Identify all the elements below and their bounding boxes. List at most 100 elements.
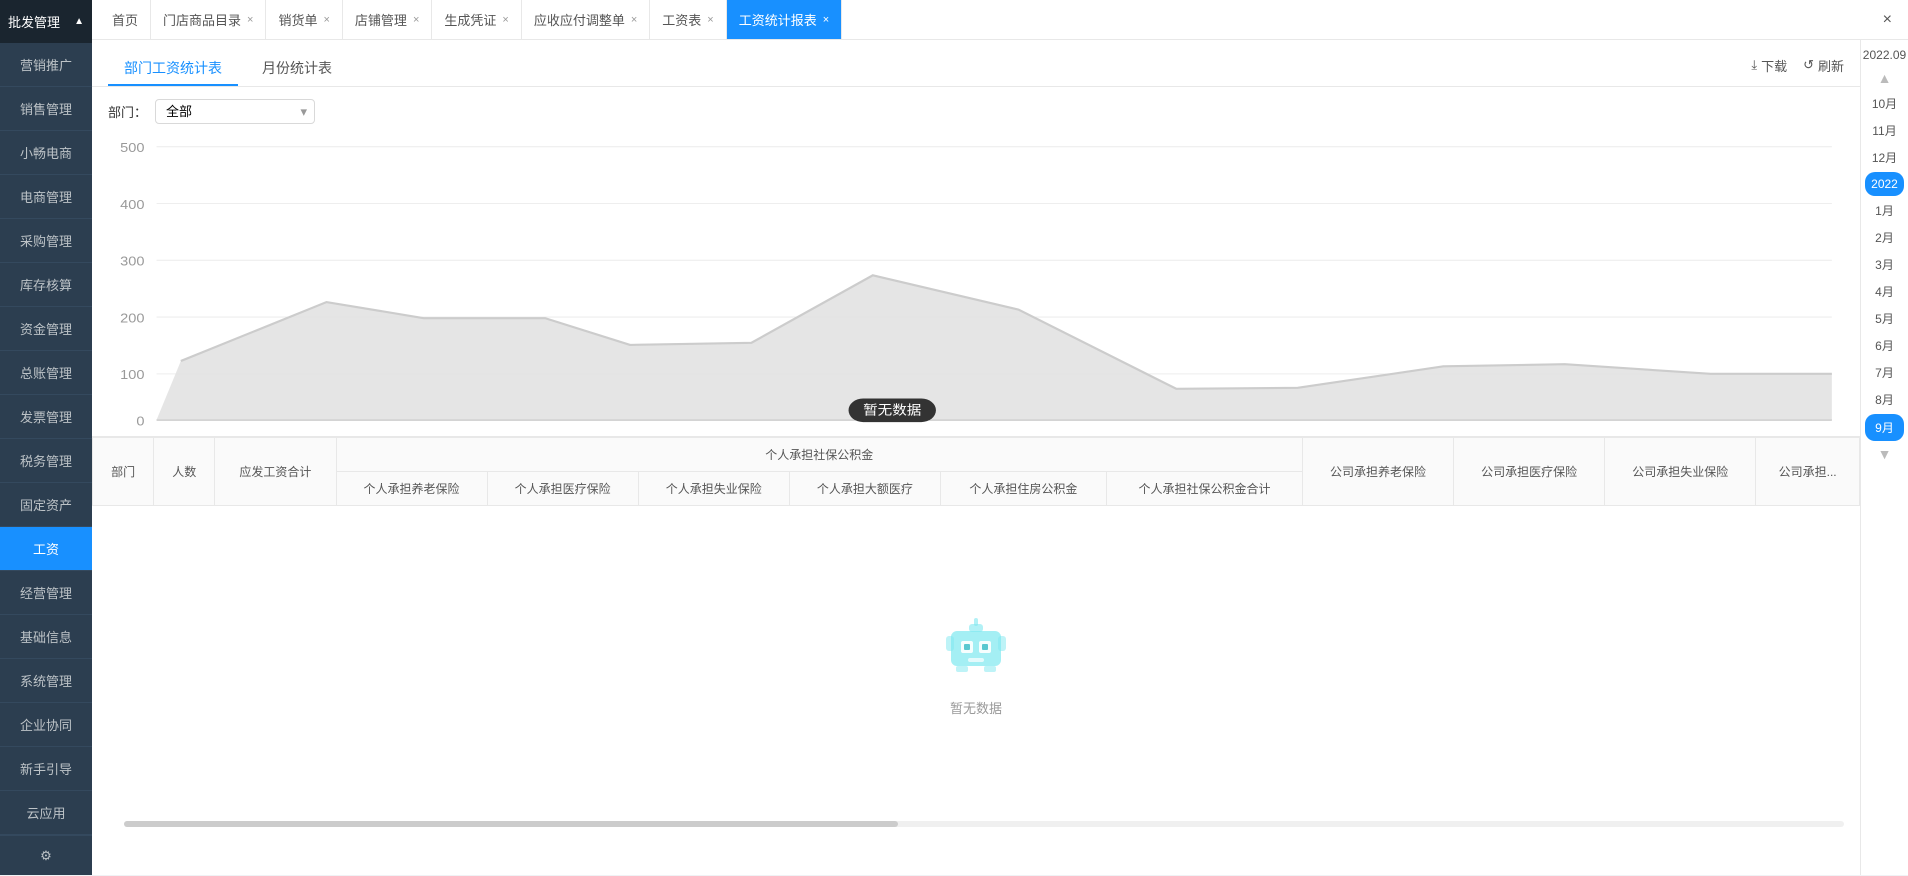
tab-store-label: 店铺管理 bbox=[355, 10, 407, 29]
col-company-medical: 公司承担医疗保险 bbox=[1454, 438, 1605, 506]
sidebar-item-xsyd[interactable]: 新手引导 bbox=[0, 747, 92, 791]
tab-sales-close[interactable]: × bbox=[323, 14, 329, 26]
svg-text:暂无数据: 暂无数据 bbox=[863, 403, 921, 417]
col-personal-pension: 个人承担养老保险 bbox=[336, 472, 487, 506]
tab-voucher-close[interactable]: × bbox=[502, 14, 508, 26]
tab-bar-close-button[interactable]: × bbox=[1875, 11, 1900, 29]
month-8[interactable]: 8月 bbox=[1861, 386, 1908, 413]
tab-payroll[interactable]: 工资表 × bbox=[650, 0, 726, 40]
sidebar-item-zjgl[interactable]: 资金管理 bbox=[0, 307, 92, 351]
dept-label: 部门： bbox=[108, 102, 147, 121]
sidebar-toggle-icon: ▲ bbox=[74, 16, 84, 27]
horizontal-scrollbar[interactable] bbox=[124, 821, 1844, 827]
month-10[interactable]: 10月 bbox=[1861, 90, 1908, 117]
dept-select[interactable]: 全部 bbox=[155, 99, 315, 124]
svg-text:300: 300 bbox=[120, 254, 145, 268]
tab-bar: 首页 门店商品目录 × 销货单 × 店铺管理 × 生成凭证 × 应收应付调整单 … bbox=[92, 0, 1908, 40]
tab-store-close[interactable]: × bbox=[413, 14, 419, 26]
sidebar-item-xsgl[interactable]: 销售管理 bbox=[0, 87, 92, 131]
right-panel: 2022.09 ▲ 10月 11月 12月 2022 1月 2月 3月 4月 5… bbox=[1860, 40, 1908, 875]
svg-text:100: 100 bbox=[120, 368, 145, 382]
month-7[interactable]: 7月 bbox=[1861, 359, 1908, 386]
month-12[interactable]: 12月 bbox=[1861, 144, 1908, 171]
refresh-button[interactable]: ↺ 刷新 bbox=[1803, 52, 1844, 78]
dept-select-wrapper[interactable]: 全部 bbox=[155, 99, 315, 124]
refresh-icon: ↺ bbox=[1803, 57, 1814, 73]
svg-text:0: 0 bbox=[136, 414, 144, 428]
sidebar-item-kchj[interactable]: 库存核算 bbox=[0, 263, 92, 307]
month-2[interactable]: 2月 bbox=[1861, 224, 1908, 251]
tab-voucher-label: 生成凭证 bbox=[444, 10, 496, 29]
sub-tab-dept-stats[interactable]: 部门工资统计表 bbox=[108, 52, 238, 86]
col-company-pension: 公司承担养老保险 bbox=[1303, 438, 1454, 506]
nav-down-arrow[interactable]: ▼ bbox=[1861, 442, 1908, 466]
month-4[interactable]: 4月 bbox=[1861, 278, 1908, 305]
nav-up-arrow[interactable]: ▲ bbox=[1861, 66, 1908, 90]
empty-row: 暂无数据 bbox=[93, 506, 1860, 818]
col-personal-unemployment: 个人承担失业保险 bbox=[638, 472, 789, 506]
sidebar-item-cggl[interactable]: 采购管理 bbox=[0, 219, 92, 263]
col-personal-total: 个人承担社保公积金合计 bbox=[1106, 472, 1302, 506]
col-company-unemployment: 公司承担失业保险 bbox=[1605, 438, 1756, 506]
tab-product-close[interactable]: × bbox=[247, 14, 253, 26]
data-table: 部门 人数 应发工资合计 个人承担社保公积金 公司承担养老保险 公司承担医疗保险… bbox=[92, 437, 1860, 817]
page-panel: 部门工资统计表 月份统计表 ⤓ 下载 ↺ 刷新 部门： bbox=[92, 40, 1860, 875]
chart-svg: 500 400 300 200 100 0 bbox=[108, 136, 1844, 436]
sidebar-title: 批发管理 bbox=[8, 12, 60, 31]
tab-product-label: 门店商品目录 bbox=[163, 10, 241, 29]
sidebar-item-xtgl[interactable]: 系统管理 bbox=[0, 659, 92, 703]
sidebar-item-zzgl[interactable]: 总账管理 bbox=[0, 351, 92, 395]
tab-product[interactable]: 门店商品目录 × bbox=[151, 0, 266, 40]
tab-ar-label: 应收应付调整单 bbox=[534, 10, 625, 29]
download-label: 下载 bbox=[1761, 56, 1787, 75]
svg-text:200: 200 bbox=[120, 311, 145, 325]
chart-area: 500 400 300 200 100 0 bbox=[92, 136, 1860, 436]
tab-sales[interactable]: 销货单 × bbox=[266, 0, 342, 40]
tab-ar-close[interactable]: × bbox=[631, 14, 637, 26]
sidebar-item-jygl[interactable]: 经营管理 bbox=[0, 571, 92, 615]
sidebar-header[interactable]: 批发管理 ▲ bbox=[0, 0, 92, 43]
tab-store[interactable]: 店铺管理 × bbox=[343, 0, 432, 40]
sub-tabs: 部门工资统计表 月份统计表 ⤓ 下载 ↺ 刷新 bbox=[92, 40, 1860, 87]
month-5[interactable]: 5月 bbox=[1861, 305, 1908, 332]
tab-payroll-report[interactable]: 工资统计报表 × bbox=[727, 0, 842, 40]
scrollbar-thumb[interactable] bbox=[124, 821, 898, 827]
year-2022-badge[interactable]: 2022 bbox=[1865, 172, 1904, 196]
col-group-personal: 个人承担社保公积金 bbox=[336, 438, 1303, 472]
tab-payroll-report-close[interactable]: × bbox=[823, 14, 829, 26]
month-1[interactable]: 1月 bbox=[1861, 197, 1908, 224]
col-personal-medical-big: 个人承担大额医疗 bbox=[789, 472, 940, 506]
empty-text: 暂无数据 bbox=[93, 698, 1860, 717]
sub-tab-month-stats[interactable]: 月份统计表 bbox=[246, 52, 348, 86]
month-3[interactable]: 3月 bbox=[1861, 251, 1908, 278]
sidebar-item-yxtp[interactable]: 营销推广 bbox=[0, 43, 92, 87]
month-9[interactable]: 9月 bbox=[1865, 414, 1904, 441]
sidebar-item-gz[interactable]: 工资 bbox=[0, 527, 92, 571]
filter-toolbar: 部门： 全部 bbox=[92, 87, 1860, 136]
main-area: 首页 门店商品目录 × 销货单 × 店铺管理 × 生成凭证 × 应收应付调整单 … bbox=[92, 0, 1908, 875]
tab-sales-label: 销货单 bbox=[278, 10, 317, 29]
sidebar-item-fpgl[interactable]: 发票管理 bbox=[0, 395, 92, 439]
tab-home-label: 首页 bbox=[112, 10, 138, 29]
month-6[interactable]: 6月 bbox=[1861, 332, 1908, 359]
sidebar-item-dsgl[interactable]: 电商管理 bbox=[0, 175, 92, 219]
download-icon: ⤓ bbox=[1751, 57, 1757, 73]
download-button[interactable]: ⤓ 下载 bbox=[1751, 52, 1787, 78]
sidebar-item-jcxx[interactable]: 基础信息 bbox=[0, 615, 92, 659]
sidebar-item-gdzc[interactable]: 固定资产 bbox=[0, 483, 92, 527]
tab-payroll-close[interactable]: × bbox=[707, 14, 713, 26]
tab-ar[interactable]: 应收应付调整单 × bbox=[522, 0, 650, 40]
tab-home[interactable]: 首页 bbox=[100, 0, 151, 40]
sidebar-item-qyxt[interactable]: 企业协同 bbox=[0, 703, 92, 747]
sidebar-item-swgl[interactable]: 税务管理 bbox=[0, 439, 92, 483]
sidebar-item-yyyp[interactable]: 云应用 bbox=[0, 791, 92, 835]
year-label[interactable]: 2022.09 bbox=[1861, 44, 1908, 66]
table-area: 部门 人数 应发工资合计 个人承担社保公积金 公司承担养老保险 公司承担医疗保险… bbox=[92, 436, 1860, 875]
tab-voucher[interactable]: 生成凭证 × bbox=[432, 0, 521, 40]
month-11[interactable]: 11月 bbox=[1861, 117, 1908, 144]
toolbar-left: 部门： 全部 bbox=[108, 99, 315, 124]
sidebar-settings-button[interactable]: ⚙ bbox=[0, 835, 92, 876]
sidebar-item-xdds[interactable]: 小畅电商 bbox=[0, 131, 92, 175]
col-personal-medical: 个人承担医疗保险 bbox=[487, 472, 638, 506]
col-dept: 部门 bbox=[93, 438, 154, 506]
